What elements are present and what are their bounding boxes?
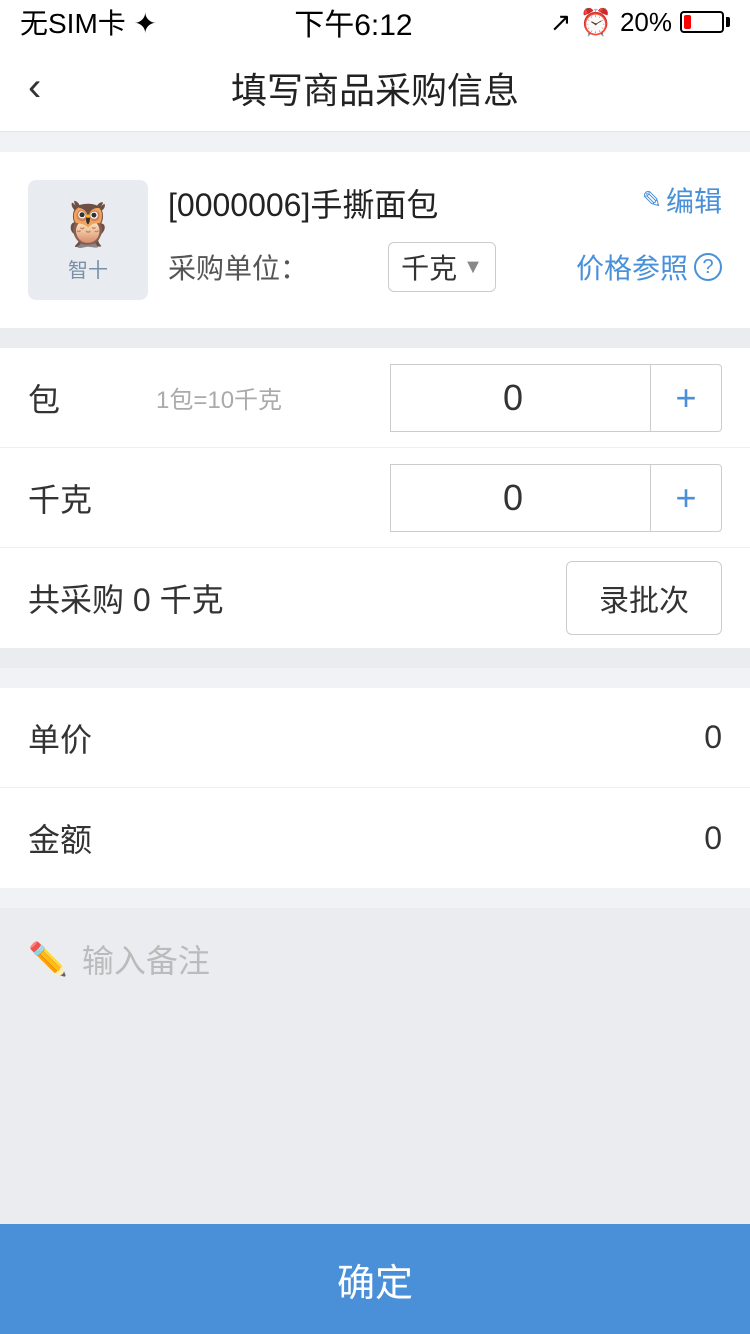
purchase-unit-row: 采购单位： 千克 ▼ 价格参照 ?	[168, 242, 722, 292]
unit-price-value: 0	[704, 719, 722, 756]
status-right: ↗ ⏰ 20%	[550, 7, 730, 38]
alarm-icon: ⏰	[580, 7, 612, 38]
bao-sublabel: 1包=10千克	[156, 380, 282, 415]
unit-price-label: 单价	[28, 715, 92, 761]
kg-input-right: +	[390, 464, 722, 532]
pencil-icon: ✏️	[28, 940, 68, 978]
notes-placeholder: 输入备注	[82, 936, 210, 982]
nav-bar: ‹ 填写商品采购信息	[0, 44, 750, 132]
product-info: [0000006]手撕面包 ✎ 编辑 采购单位： 千克 ▼ 价格参照 ?	[168, 180, 722, 292]
location-icon: ↗	[550, 7, 572, 38]
unit-value: 千克	[401, 247, 457, 287]
record-batch-button[interactable]: 录批次	[566, 561, 722, 635]
bao-input-right: +	[390, 364, 722, 432]
kg-input-row: 千克 +	[0, 448, 750, 548]
amount-row: 金额 0	[0, 788, 750, 888]
product-name: [0000006]手撕面包	[168, 180, 642, 226]
carrier-text: 无SIM卡 ✦	[20, 2, 157, 42]
product-thumb-label: 智十	[68, 254, 108, 283]
kg-input[interactable]	[390, 464, 650, 532]
kg-plus-button[interactable]: +	[650, 464, 722, 532]
bao-input[interactable]	[390, 364, 650, 432]
product-thumb-icon: 🦉	[61, 198, 116, 250]
chevron-down-icon: ▼	[463, 256, 483, 279]
edit-icon: ✎	[642, 186, 662, 215]
unit-selector[interactable]: 千克 ▼	[388, 242, 496, 292]
info-icon: ?	[694, 253, 722, 281]
unit-price-row: 单价 0	[0, 688, 750, 788]
battery-percent: 20%	[620, 7, 672, 38]
product-card: 🦉 智十 [0000006]手撕面包 ✎ 编辑 采购单位： 千克 ▼ 价格参照 …	[0, 152, 750, 328]
price-ref-button[interactable]: 价格参照 ?	[576, 247, 722, 287]
bao-plus-button[interactable]: +	[650, 364, 722, 432]
status-time: 下午6:12	[294, 0, 412, 44]
input-section: 包 1包=10千克 + 千克 + 共采购 0 千克 录批次	[0, 348, 750, 648]
price-section: 单价 0 金额 0	[0, 688, 750, 888]
section-divider-2	[0, 648, 750, 668]
purchase-unit-label: 采购单位：	[168, 247, 308, 287]
price-ref-label: 价格参照	[576, 247, 688, 287]
summary-text: 共采购 0 千克	[28, 575, 224, 621]
bao-input-row: 包 1包=10千克 +	[0, 348, 750, 448]
page-title: 填写商品采购信息	[231, 62, 519, 114]
edit-button[interactable]: ✎ 编辑	[642, 180, 722, 220]
status-bar: 无SIM卡 ✦ 下午6:12 ↗ ⏰ 20%	[0, 0, 750, 44]
battery-icon	[680, 11, 730, 33]
edit-label: 编辑	[666, 180, 722, 220]
notes-section[interactable]: ✏️ 输入备注	[0, 908, 750, 1010]
product-header: [0000006]手撕面包 ✎ 编辑	[168, 180, 722, 226]
confirm-button[interactable]: 确定	[0, 1224, 750, 1334]
back-button[interactable]: ‹	[28, 65, 41, 110]
amount-value: 0	[704, 820, 722, 857]
product-thumbnail: 🦉 智十	[28, 180, 148, 300]
summary-row: 共采购 0 千克 录批次	[0, 548, 750, 648]
confirm-label: 确定	[337, 1252, 413, 1307]
bao-label: 包	[28, 375, 148, 421]
amount-label: 金额	[28, 815, 92, 861]
status-left: 无SIM卡 ✦	[20, 2, 157, 42]
kg-label: 千克	[28, 475, 148, 521]
section-divider-1	[0, 328, 750, 348]
